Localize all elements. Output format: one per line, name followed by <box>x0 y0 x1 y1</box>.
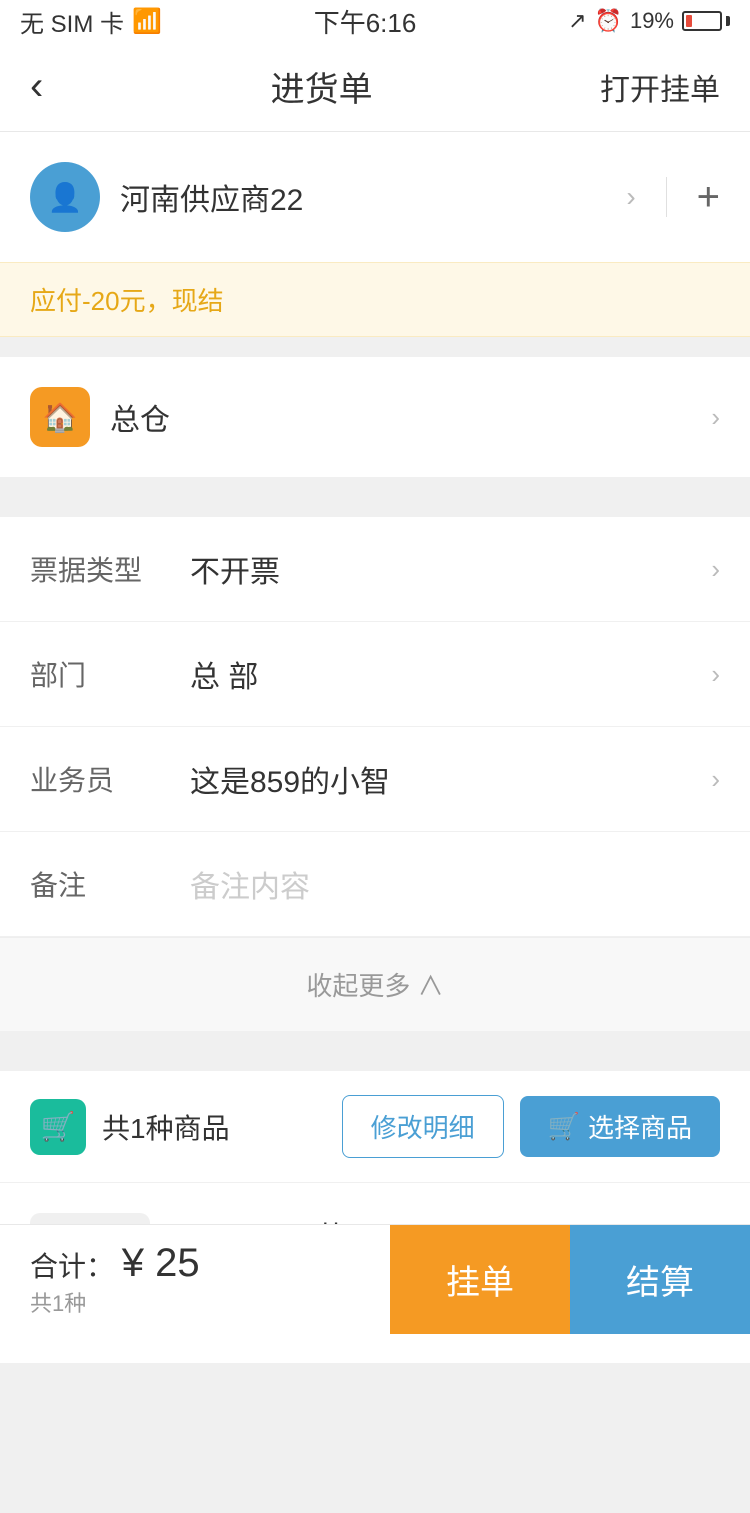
invoice-value: 不开票 <box>190 547 711 591</box>
add-button[interactable]: + <box>697 175 720 220</box>
salesman-chevron-icon: › <box>711 764 720 795</box>
cart-icon: 🛒 <box>548 1111 580 1142</box>
status-bar: 无 SIM 卡 📶 下午6:16 ↗ ⏰ 19% <box>0 0 750 42</box>
bottom-spacer <box>0 1383 750 1403</box>
products-icon: 🛒 <box>41 1110 76 1143</box>
notice-bar: 应付-20元，现结 <box>0 262 750 337</box>
supplier-right-area: › + <box>626 175 720 220</box>
warehouse-chevron-icon: › <box>711 402 720 433</box>
bottom-bar: 合计： ¥ 25 共1种 挂单 结算 <box>0 1224 750 1334</box>
warehouse-icon: 🏠 <box>43 401 78 434</box>
remark-label: 备注 <box>30 864 190 904</box>
department-label: 部门 <box>30 654 190 694</box>
remark-row[interactable]: 备注 备注内容 <box>0 832 750 937</box>
total-row: 合计： ¥ 25 <box>30 1241 360 1286</box>
alarm-icon: ⏰ <box>595 8 622 34</box>
select-product-label: 选择商品 <box>588 1108 692 1145</box>
battery-indicator <box>682 11 730 31</box>
department-value: 总 部 <box>190 652 711 696</box>
department-chevron-icon: › <box>711 659 720 690</box>
remark-placeholder: 备注内容 <box>190 862 720 906</box>
supplier-card: 👤 河南供应商22 › + 应付-20元，现结 <box>0 132 750 337</box>
form-card: 票据类型 不开票 › 部门 总 部 › 业务员 这是859的小智 › 备注 备注… <box>0 517 750 1031</box>
status-time: 下午6:16 <box>314 3 417 40</box>
supplier-chevron-icon: › <box>626 181 635 213</box>
total-count: 共1种 <box>30 1286 360 1318</box>
warehouse-icon-bg: 🏠 <box>30 387 90 447</box>
warehouse-row[interactable]: 🏠 总仓 › <box>0 357 750 477</box>
products-header: 🛒 共1种商品 修改明细 🛒 选择商品 <box>0 1071 750 1183</box>
total-label: 合计： <box>30 1251 114 1282</box>
nav-bar: ‹ 进货单 打开挂单 <box>0 42 750 132</box>
back-button[interactable]: ‹ <box>30 64 43 109</box>
collapse-label: 收起更多 ∧ <box>306 971 443 1001</box>
invoice-label: 票据类型 <box>30 549 190 589</box>
products-count: 共1种商品 <box>102 1107 342 1147</box>
supplier-avatar: 👤 <box>30 162 100 232</box>
section-gap-2 <box>0 497 750 517</box>
wifi-icon: 📶 <box>132 7 162 36</box>
avatar-icon: 👤 <box>48 181 83 214</box>
status-left: 无 SIM 卡 📶 <box>20 4 162 39</box>
warehouse-card: 🏠 总仓 › <box>0 357 750 477</box>
section-gap-3 <box>0 1051 750 1071</box>
status-right: ↗ ⏰ 19% <box>568 8 730 34</box>
total-area: 合计： ¥ 25 共1种 <box>0 1225 390 1334</box>
invoice-chevron-icon: › <box>711 554 720 585</box>
checkout-button[interactable]: 结算 <box>570 1225 750 1334</box>
location-icon: ↗ <box>568 8 586 34</box>
bottom-padding <box>0 1403 750 1513</box>
notice-text: 应付-20元，现结 <box>30 286 224 316</box>
battery-percent: 19% <box>630 8 674 34</box>
department-row[interactable]: 部门 总 部 › <box>0 622 750 727</box>
invoice-row[interactable]: 票据类型 不开票 › <box>0 517 750 622</box>
vertical-divider <box>666 177 667 217</box>
hang-button[interactable]: 挂单 <box>390 1225 570 1334</box>
page-title: 进货单 <box>271 62 373 111</box>
supplier-row[interactable]: 👤 河南供应商22 › + <box>0 132 750 262</box>
salesman-row[interactable]: 业务员 这是859的小智 › <box>0 727 750 832</box>
salesman-value: 这是859的小智 <box>190 757 711 801</box>
modify-detail-button[interactable]: 修改明细 <box>342 1095 504 1158</box>
section-gap-1 <box>0 337 750 357</box>
products-icon-bg: 🛒 <box>30 1099 86 1155</box>
warehouse-name: 总仓 <box>110 395 711 439</box>
sim-status: 无 SIM 卡 <box>20 4 124 39</box>
supplier-name: 河南供应商22 <box>120 175 626 219</box>
select-product-button[interactable]: 🛒 选择商品 <box>520 1096 720 1157</box>
open-hang-button[interactable]: 打开挂单 <box>600 65 720 109</box>
total-amount: ¥ 25 <box>122 1241 200 1285</box>
collapse-bar[interactable]: 收起更多 ∧ <box>0 937 750 1031</box>
salesman-label: 业务员 <box>30 759 190 799</box>
